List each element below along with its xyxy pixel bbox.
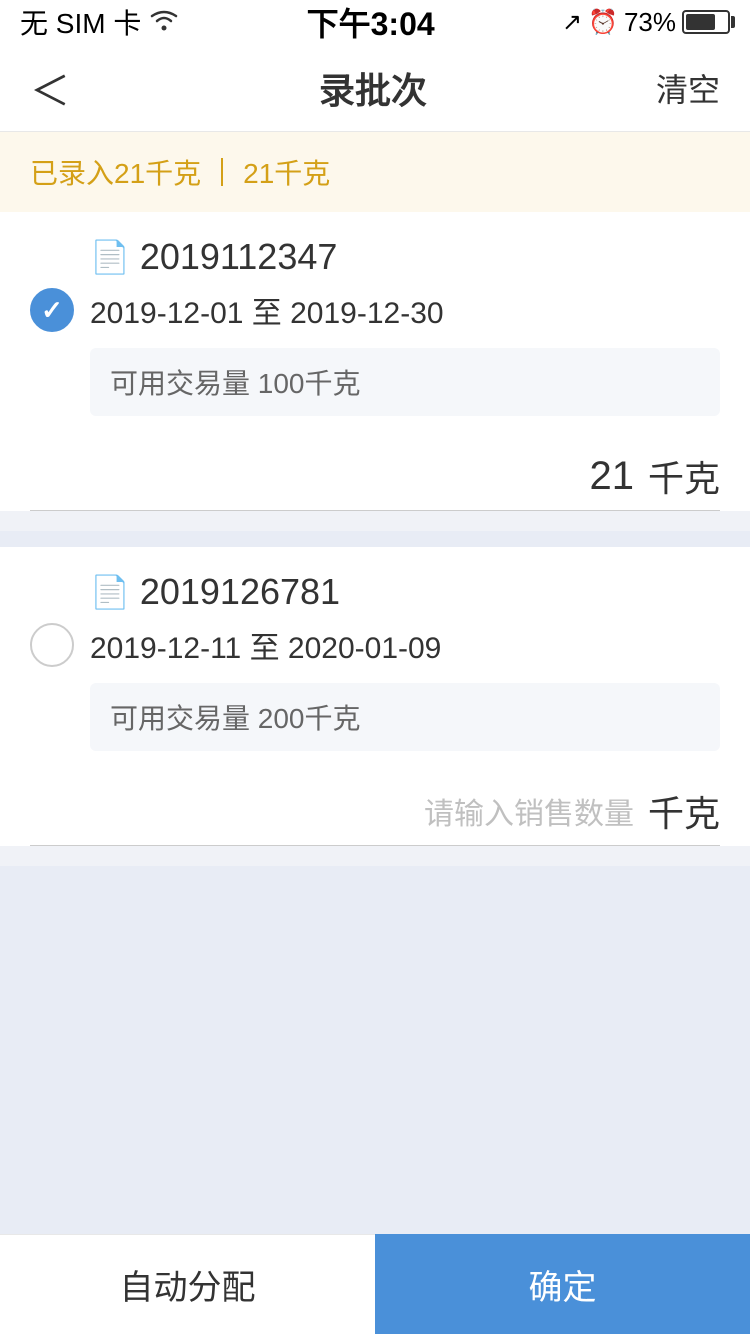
batch-available-1: 可用交易量 100千克 [90,348,720,416]
location-icon: ↗ [562,8,582,37]
battery-percent: 73% [624,7,676,38]
batch-item-1: 📄 2019112347 2019-12-01 至 2019-12-30 可用交… [0,212,750,511]
alarm-icon: ⏰ [588,8,618,37]
recorded-label: 已录入21千克 [30,152,201,192]
batch-id-2: 2019126781 [140,571,340,613]
batch-id-row-1: 📄 2019112347 [90,236,720,278]
bottom-bar: 自动分配 确定 [0,1234,750,1334]
batch-date-row-2[interactable]: 2019-12-11 至 2020-01-09 [30,623,720,667]
quantity-value-1[interactable]: 21 [589,454,634,499]
status-right: ↗ ⏰ 73% [562,7,730,38]
batch-date-1: 2019-12-01 至 2019-12-30 [90,288,444,332]
back-button[interactable]: ＜ [30,59,90,117]
input-underline-2 [30,845,720,846]
batch-date-row-1[interactable]: 2019-12-01 至 2019-12-30 [30,288,720,332]
batch-available-row-1: 可用交易量 100千克 [90,348,720,416]
batch-id-row-2: 📄 2019126781 [90,571,720,613]
quantity-row-1: 21 千克 [0,440,750,502]
placeholder-row-2[interactable]: 请输入销售数量 千克 [0,775,750,837]
batch-id-1: 2019112347 [140,236,338,278]
battery-icon [682,10,730,34]
status-bar: 无 SIM 卡 下午3:04 ↗ ⏰ 73% [0,0,750,44]
auto-distribute-button[interactable]: 自动分配 [0,1234,375,1334]
batch-icon-1: 📄 [90,238,130,276]
confirm-button[interactable]: 确定 [375,1234,750,1334]
total-label: 21千克 [243,152,330,192]
batch-available-2: 可用交易量 200千克 [90,683,720,751]
wifi-icon [149,6,179,38]
nav-bar: ＜ 录批次 清空 [0,44,750,132]
summary-bar: 已录入21千克 21千克 [0,132,750,212]
placeholder-unit-2: 千克 [648,785,720,837]
placeholder-text-2: 请输入销售数量 [424,789,634,833]
status-left: 无 SIM 卡 [20,2,179,42]
batch-icon-2: 📄 [90,573,130,611]
grey-area [0,882,750,1282]
quantity-unit-1: 千克 [648,450,720,502]
carrier-label: 无 SIM 卡 [20,2,141,42]
section-separator-1 [0,531,750,547]
batch-date-2: 2019-12-11 至 2020-01-09 [90,623,441,667]
clear-button[interactable]: 清空 [656,65,720,111]
section-separator-2 [0,866,750,882]
summary-divider [221,158,223,186]
time-display: 下午3:04 [307,0,435,45]
radio-2[interactable] [30,623,74,667]
batch-item-2: 📄 2019126781 2019-12-11 至 2020-01-09 可用交… [0,547,750,846]
batch-item-2-inner: 📄 2019126781 2019-12-11 至 2020-01-09 可用交… [0,547,750,751]
radio-1[interactable] [30,288,74,332]
batch-item-1-inner: 📄 2019112347 2019-12-01 至 2019-12-30 可用交… [0,212,750,416]
page-title: 录批次 [319,62,427,114]
batch-available-row-2: 可用交易量 200千克 [90,683,720,751]
input-underline-1 [30,510,720,511]
